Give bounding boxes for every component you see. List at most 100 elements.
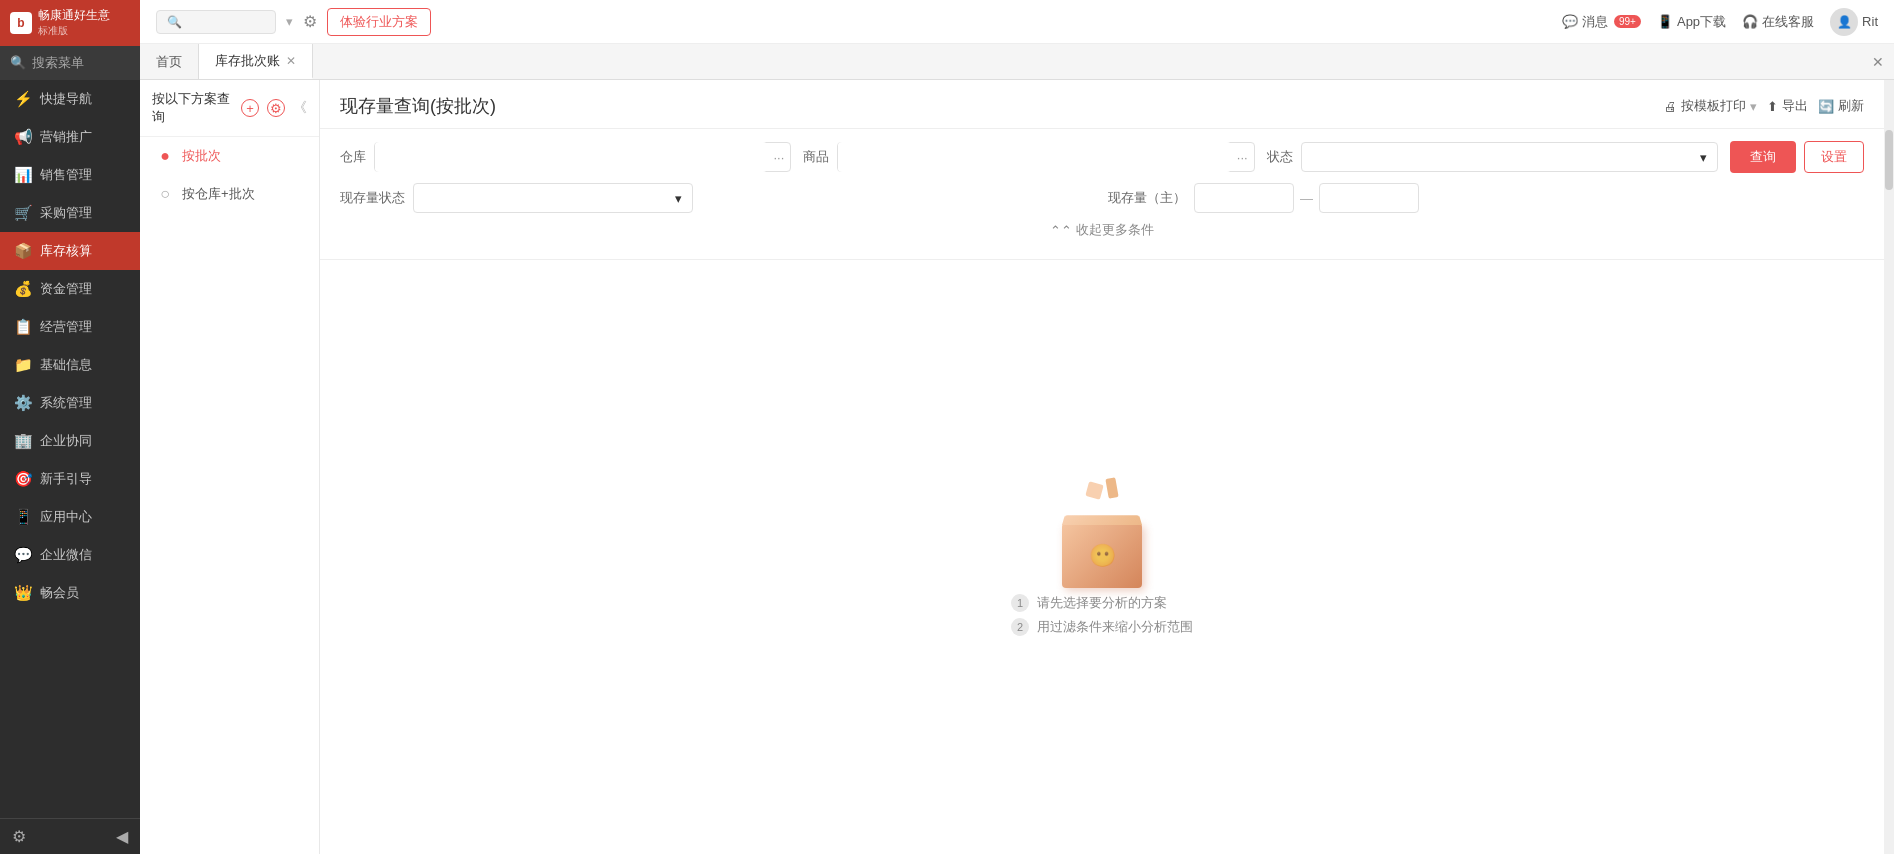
warehouse-input[interactable] xyxy=(375,142,767,172)
collapse-sidebar-icon[interactable]: ◀ xyxy=(116,827,128,846)
dropdown-arrow-icon[interactable]: ▾ xyxy=(286,14,293,29)
sidebar-item-basic-info[interactable]: 📁 基础信息 xyxy=(0,346,140,384)
status-filter: 状态 ▾ xyxy=(1267,142,1718,172)
sidebar-item-system[interactable]: ⚙️ 系统管理 xyxy=(0,384,140,422)
warehouse-filter: 仓库 ··· xyxy=(340,142,791,172)
message-icon: 💬 xyxy=(1562,14,1578,29)
marketing-label: 营销推广 xyxy=(40,128,92,146)
export-btn[interactable]: ⬆ 导出 xyxy=(1767,97,1808,115)
sidebar-header: b 畅康通好生意 标准版 xyxy=(0,0,140,46)
industry-plan-button[interactable]: 体验行业方案 xyxy=(327,8,431,36)
main-area: 🔍 ▾ ⚙ 体验行业方案 💬 消息 99+ 📱 App下载 🎧 在线客服 xyxy=(140,0,1894,854)
collapse-left-icon[interactable]: 《 xyxy=(293,99,307,117)
refresh-icon: 🔄 xyxy=(1818,99,1834,114)
online-service-btn[interactable]: 🎧 在线客服 xyxy=(1742,13,1814,31)
tab-home[interactable]: 首页 xyxy=(140,44,199,79)
settings-footer-icon[interactable]: ⚙ xyxy=(12,827,26,846)
sidebar-nav: ⚡ 快捷导航 📢 营销推广 📊 销售管理 🛒 采购管理 📦 库存核算 💰 资金管… xyxy=(0,80,140,818)
operations-icon: 📋 xyxy=(14,318,32,336)
product-input[interactable] xyxy=(838,142,1230,172)
right-scrollbar[interactable] xyxy=(1884,80,1894,854)
user-avatar: 👤 xyxy=(1830,8,1858,36)
sidebar-item-sales[interactable]: 📊 销售管理 xyxy=(0,156,140,194)
content-area: 按以下方案查询 + ⚙ 《 ● 按批次 ○ 按仓库+批次 现存量查询(按批次) xyxy=(140,80,1894,854)
print-dropdown-icon[interactable]: ▾ xyxy=(1750,99,1757,114)
hint-text-2: 用过滤条件来缩小分析范围 xyxy=(1037,618,1193,636)
app-download-btn[interactable]: 📱 App下载 xyxy=(1657,13,1726,31)
user-area[interactable]: 👤 Rit xyxy=(1830,8,1878,36)
search-menu[interactable]: 🔍 搜索菜单 xyxy=(0,46,140,80)
sidebar-item-marketing[interactable]: 📢 营销推广 xyxy=(0,118,140,156)
filter-area: 仓库 ··· 商品 ··· 状态 xyxy=(320,129,1884,260)
app-center-icon: 📱 xyxy=(14,508,32,526)
user-name: Rit xyxy=(1862,14,1878,29)
tab-home-label: 首页 xyxy=(156,53,182,71)
operations-label: 经营管理 xyxy=(40,318,92,336)
export-icon: ⬆ xyxy=(1767,99,1778,114)
warehouse-more-icon[interactable]: ··· xyxy=(767,150,790,165)
page-header: 现存量查询(按批次) 🖨 按模板打印 ▾ ⬆ 导出 🔄 刷新 xyxy=(320,80,1884,129)
stock-status-select[interactable]: ▾ xyxy=(413,183,693,213)
settings-button[interactable]: 设置 xyxy=(1804,141,1864,173)
refresh-label: 刷新 xyxy=(1838,97,1864,115)
sidebar-item-quick-nav[interactable]: ⚡ 快捷导航 xyxy=(0,80,140,118)
stock-status-label: 现存量状态 xyxy=(340,189,405,207)
collapse-label: 收起更多条件 xyxy=(1076,221,1154,239)
left-panel-icons: + ⚙ 《 xyxy=(241,99,307,117)
sidebar-item-operations[interactable]: 📋 经营管理 xyxy=(0,308,140,346)
search-icon: 🔍 xyxy=(10,55,26,70)
tab-batch-account[interactable]: 库存批次账 ✕ xyxy=(199,44,313,79)
member-icon: 👑 xyxy=(14,584,32,602)
sidebar-item-finance[interactable]: 💰 资金管理 xyxy=(0,270,140,308)
scheme-settings-icon[interactable]: ⚙ xyxy=(267,99,285,117)
scheme-by-warehouse-batch[interactable]: ○ 按仓库+批次 xyxy=(140,175,319,213)
stock-qty-label: 现存量（主） xyxy=(1108,189,1186,207)
filter-row-2: 现存量状态 ▾ 现存量（主） — xyxy=(340,183,1864,213)
export-label: 导出 xyxy=(1782,97,1808,115)
batch-active-icon: ● xyxy=(156,147,174,165)
enterprise-icon: 🏢 xyxy=(14,432,32,450)
sidebar-footer: ⚙ ◀ xyxy=(0,818,140,854)
sidebar-item-inventory[interactable]: 📦 库存核算 xyxy=(0,232,140,270)
page-actions: 🖨 按模板打印 ▾ ⬆ 导出 🔄 刷新 xyxy=(1664,97,1864,115)
filter-row-1: 仓库 ··· 商品 ··· 状态 xyxy=(340,141,1864,173)
empty-hints: 1 请先选择要分析的方案 2 用过滤条件来缩小分析范围 xyxy=(1011,594,1193,636)
refresh-btn[interactable]: 🔄 刷新 xyxy=(1818,97,1864,115)
topbar: 🔍 ▾ ⚙ 体验行业方案 💬 消息 99+ 📱 App下载 🎧 在线客服 xyxy=(140,0,1894,44)
status-select[interactable]: ▾ xyxy=(1301,142,1718,172)
wechat-icon: 💬 xyxy=(14,546,32,564)
right-content: 现存量查询(按批次) 🖨 按模板打印 ▾ ⬆ 导出 🔄 刷新 xyxy=(320,80,1884,854)
sidebar-item-wechat[interactable]: 💬 企业微信 xyxy=(0,536,140,574)
sidebar-item-member[interactable]: 👑 畅会员 xyxy=(0,574,140,612)
app-version: 标准版 xyxy=(38,24,110,38)
wechat-label: 企业微信 xyxy=(40,546,92,564)
messages-btn[interactable]: 💬 消息 99+ xyxy=(1562,13,1641,31)
app-name: 畅康通好生意 xyxy=(38,8,110,24)
topbar-left: 🔍 ▾ ⚙ 体验行业方案 xyxy=(156,8,431,36)
print-btn[interactable]: 🖨 按模板打印 ▾ xyxy=(1664,97,1757,115)
qty-min-input[interactable] xyxy=(1194,183,1294,213)
qty-max-input[interactable] xyxy=(1319,183,1419,213)
basic-info-icon: 📁 xyxy=(14,356,32,374)
product-more-icon[interactable]: ··· xyxy=(1231,150,1254,165)
tab-close-icon[interactable]: ✕ xyxy=(286,54,296,68)
topbar-search-box[interactable]: 🔍 xyxy=(156,10,276,34)
tab-extra: ✕ xyxy=(1862,44,1894,79)
close-tab-icon[interactable]: ✕ xyxy=(1872,54,1884,70)
sidebar-item-enterprise[interactable]: 🏢 企业协同 xyxy=(0,422,140,460)
marketing-icon: 📢 xyxy=(14,128,32,146)
query-button[interactable]: 查询 xyxy=(1730,141,1796,173)
add-scheme-icon[interactable]: + xyxy=(241,99,259,117)
sidebar-item-purchase[interactable]: 🛒 采购管理 xyxy=(0,194,140,232)
scheme-by-batch[interactable]: ● 按批次 xyxy=(140,137,319,175)
product-label: 商品 xyxy=(803,148,829,166)
inventory-icon: 📦 xyxy=(14,242,32,260)
sidebar-item-app-center[interactable]: 📱 应用中心 xyxy=(0,498,140,536)
sidebar-item-guide[interactable]: 🎯 新手引导 xyxy=(0,460,140,498)
topbar-gear-icon[interactable]: ⚙ xyxy=(303,12,317,31)
filter-actions: 查询 设置 xyxy=(1730,141,1864,173)
hint-num-2: 2 xyxy=(1011,618,1029,636)
collapse-more-btn[interactable]: ⌃⌃ 收起更多条件 xyxy=(340,213,1864,247)
print-icon: 🖨 xyxy=(1664,99,1677,114)
hint-num-1: 1 xyxy=(1011,594,1029,612)
